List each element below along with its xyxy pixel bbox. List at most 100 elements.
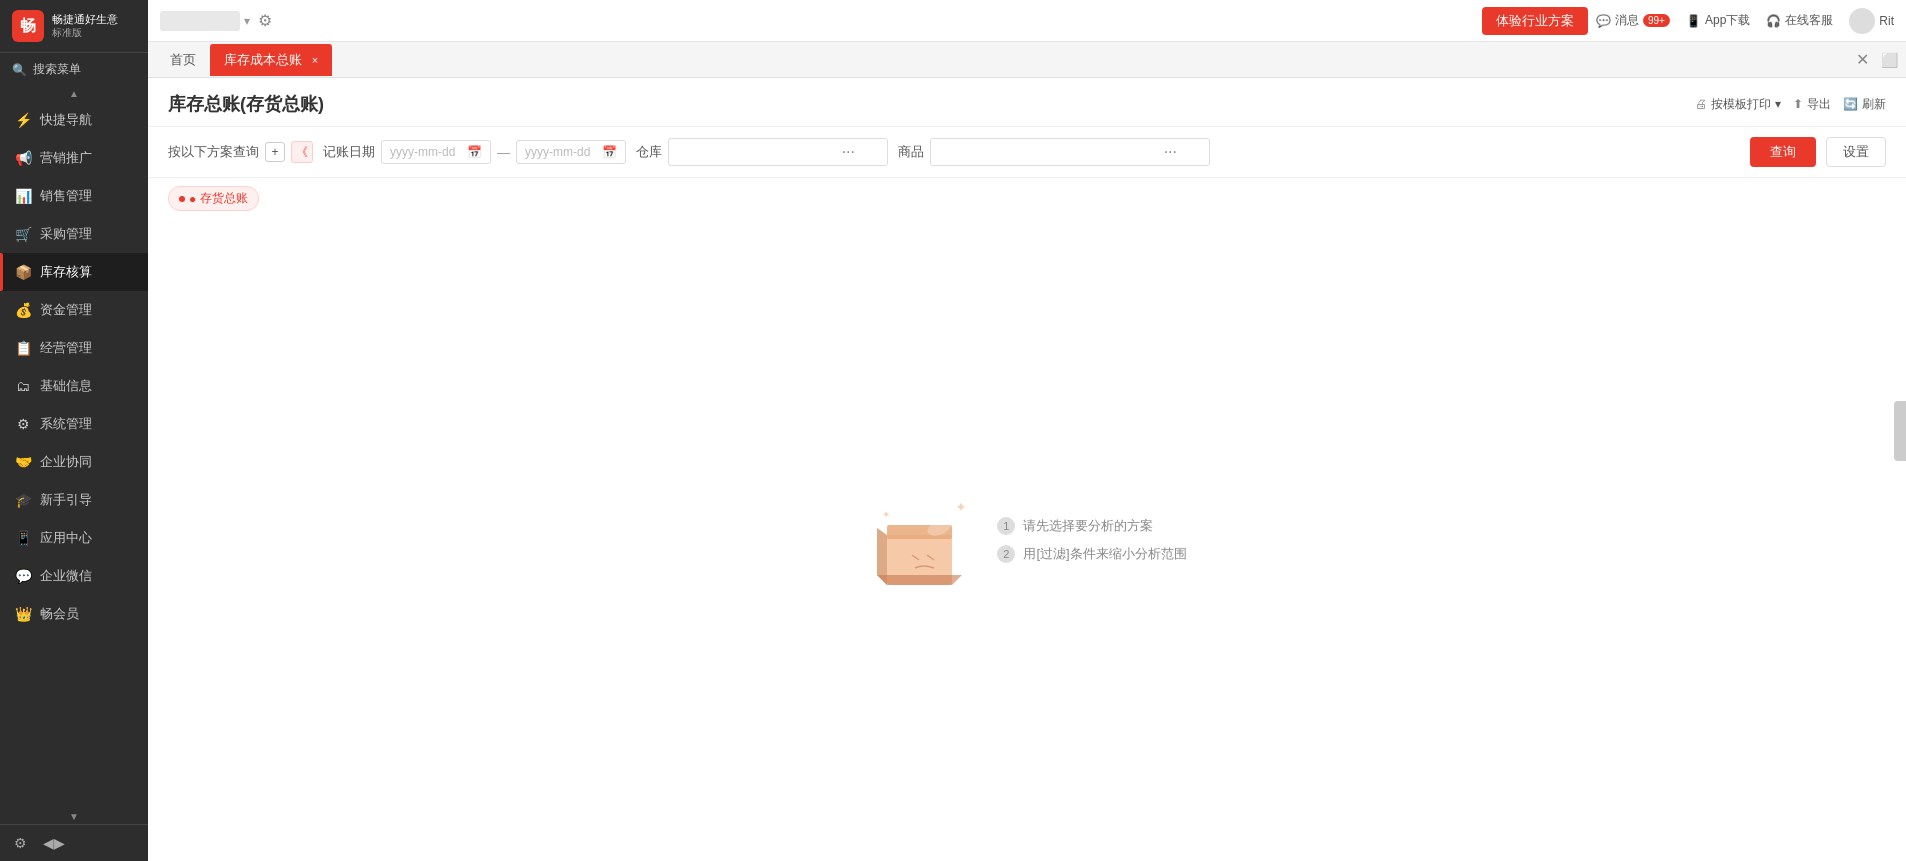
filter-collapse-btn[interactable]: 《	[291, 141, 313, 163]
date-start-input[interactable]: yyyy-mm-dd 📅	[381, 140, 491, 164]
filter-settings-btn[interactable]: 设置	[1826, 137, 1886, 167]
tab-close-btn[interactable]: ×	[312, 54, 318, 66]
sidebar-item-quick-nav[interactable]: ⚡ 快捷导航	[0, 101, 148, 139]
sidebar-item-operations[interactable]: 📋 经营管理	[0, 329, 148, 367]
sidebar-item-purchase[interactable]: 🛒 采购管理	[0, 215, 148, 253]
active-bar	[0, 253, 3, 291]
collapse-icon[interactable]: ◀▶	[43, 835, 65, 851]
search-menu-item[interactable]: 🔍 搜索菜单	[0, 53, 148, 86]
search-label: 搜索菜单	[33, 61, 81, 78]
search-icon: 🔍	[12, 63, 27, 77]
sidebar-item-corp-collab[interactable]: 🤝 企业协同	[0, 443, 148, 481]
sidebar-scroll-up[interactable]: ▲	[0, 86, 148, 101]
empty-state: ✦ ✦ 1 请先选择要分析的方案 2	[148, 219, 1906, 861]
topbar-right: 💬 消息 99+ 📱 App下载 🎧 在线客服 Rit	[1596, 8, 1894, 34]
product-input[interactable]: ···	[930, 138, 1210, 166]
user-menu[interactable]: Rit	[1849, 8, 1894, 34]
headset-icon: 🎧	[1766, 14, 1781, 28]
sidebar-item-label: 基础信息	[40, 377, 92, 395]
tab-label: 库存成本总账	[224, 52, 302, 67]
sub-filter: ● 存货总账	[148, 178, 1906, 219]
export-btn[interactable]: ⬆ 导出	[1793, 96, 1831, 113]
filter-label: 按以下方案查询 + 《	[168, 141, 313, 163]
date-label: 记账日期	[323, 143, 375, 161]
sidebar-item-basic-info[interactable]: 🗂 基础信息	[0, 367, 148, 405]
page-title: 库存总账(存货总账)	[168, 92, 324, 116]
filter-label-text: 按以下方案查询	[168, 143, 259, 161]
system-icon: ⚙	[14, 416, 32, 432]
sidebar-item-label: 营销推广	[40, 149, 92, 167]
filter-item-tag[interactable]: ● 存货总账	[168, 186, 259, 211]
sidebar-item-app-center[interactable]: 📱 应用中心	[0, 519, 148, 557]
warehouse-more-btn[interactable]: ···	[838, 143, 859, 161]
filter-item-dot	[179, 196, 185, 202]
empty-hints: 1 请先选择要分析的方案 2 用[过滤]条件来缩小分析范围	[997, 517, 1186, 563]
empty-hint-1: 1 请先选择要分析的方案	[997, 517, 1186, 535]
sidebar-item-label: 资金管理	[40, 301, 92, 319]
tab-home[interactable]: 首页	[156, 44, 210, 76]
empty-illustration: ✦ ✦	[867, 490, 967, 590]
print-dropdown-icon: ▾	[1775, 97, 1781, 111]
app-center-icon: 📱	[14, 530, 32, 546]
refresh-icon: 🔄	[1843, 97, 1858, 111]
panel-close-btn[interactable]: ✕	[1850, 48, 1875, 71]
app-download-btn[interactable]: 📱 App下载	[1686, 12, 1750, 29]
sidebar-item-label: 畅会员	[40, 605, 79, 623]
sidebar-item-funds[interactable]: 💰 资金管理	[0, 291, 148, 329]
sidebar-item-marketing[interactable]: 📢 营销推广	[0, 139, 148, 177]
industry-btn[interactable]: 体验行业方案	[1482, 7, 1588, 35]
product-more-btn[interactable]: ···	[1160, 143, 1181, 161]
sidebar-item-corp-wechat[interactable]: 💬 企业微信	[0, 557, 148, 595]
inventory-icon: 📦	[14, 264, 32, 280]
topbar-settings-icon[interactable]: ⚙	[258, 11, 272, 30]
sidebar-item-sales[interactable]: 📊 销售管理	[0, 177, 148, 215]
hint-2-text: 用[过滤]条件来缩小分析范围	[1023, 545, 1186, 563]
refresh-label: 刷新	[1862, 96, 1886, 113]
tabs-bar: 首页 库存成本总账 × ✕ ⬜	[148, 42, 1906, 78]
query-btn[interactable]: 查询	[1750, 137, 1816, 167]
marketing-icon: 📢	[14, 150, 32, 166]
date-end-input[interactable]: yyyy-mm-dd 📅	[516, 140, 626, 164]
phone-icon: 📱	[1686, 14, 1701, 28]
breadcrumb-arrow: ▾	[244, 14, 250, 28]
settings-bottom-icon[interactable]: ⚙	[14, 835, 27, 851]
breadcrumb: ▾ ⚙	[160, 11, 1474, 31]
hint-1-text: 请先选择要分析的方案	[1023, 517, 1153, 535]
page-header: 库存总账(存货总账) 🖨 按模板打印 ▾ ⬆ 导出 🔄 刷新	[148, 78, 1906, 127]
warehouse-input[interactable]: ···	[668, 138, 888, 166]
warehouse-label: 仓库	[636, 143, 662, 161]
sidebar-item-newbie[interactable]: 🎓 新手引导	[0, 481, 148, 519]
tab-inventory-cost[interactable]: 库存成本总账 ×	[210, 44, 332, 76]
sidebar-item-member[interactable]: 👑 畅会员	[0, 595, 148, 633]
date-end-placeholder: yyyy-mm-dd	[525, 145, 590, 159]
panel-resize-icon[interactable]: ⬜	[1881, 52, 1898, 68]
sidebar-item-label: 库存核算	[40, 263, 92, 281]
messages-btn[interactable]: 💬 消息 99+	[1596, 12, 1670, 29]
messages-label: 消息	[1615, 12, 1639, 29]
print-btn[interactable]: 🖨 按模板打印 ▾	[1695, 96, 1781, 113]
sidebar-item-label: 应用中心	[40, 529, 92, 547]
app-name: 畅捷通好生意	[52, 12, 118, 26]
refresh-btn[interactable]: 🔄 刷新	[1843, 96, 1886, 113]
funds-icon: 💰	[14, 302, 32, 318]
sidebar-item-system[interactable]: ⚙ 系统管理	[0, 405, 148, 443]
sales-icon: 📊	[14, 188, 32, 204]
sidebar-logo: 畅 畅捷通好生意 标准版	[0, 0, 148, 53]
page-content: 库存总账(存货总账) 🖨 按模板打印 ▾ ⬆ 导出 🔄 刷新	[148, 78, 1906, 861]
main-content: ▾ ⚙ 体验行业方案 💬 消息 99+ 📱 App下载 🎧 在线客服 Rit	[148, 0, 1906, 861]
warehouse-field: 仓库 ···	[636, 138, 888, 166]
breadcrumb-path	[160, 11, 240, 31]
app-badge: 标准版	[52, 26, 118, 40]
filter-add-btn[interactable]: +	[265, 142, 285, 162]
calendar-end-icon: 📅	[602, 145, 617, 159]
sidebar-item-inventory[interactable]: 📦 库存核算	[0, 253, 148, 291]
right-panel-tab[interactable]	[1894, 401, 1906, 461]
filter-section: 按以下方案查询 + 《 记账日期 yyyy-mm-dd 📅 — yyyy-mm-…	[148, 127, 1906, 178]
online-service-btn[interactable]: 🎧 在线客服	[1766, 12, 1833, 29]
filter-item-icon: ●	[189, 192, 196, 206]
sidebar-item-label: 快捷导航	[40, 111, 92, 129]
sidebar-bottom: ⚙ ◀▶	[0, 824, 148, 861]
avatar	[1849, 8, 1875, 34]
sidebar-item-label: 新手引导	[40, 491, 92, 509]
sidebar-scroll-down[interactable]: ▼	[0, 809, 148, 824]
